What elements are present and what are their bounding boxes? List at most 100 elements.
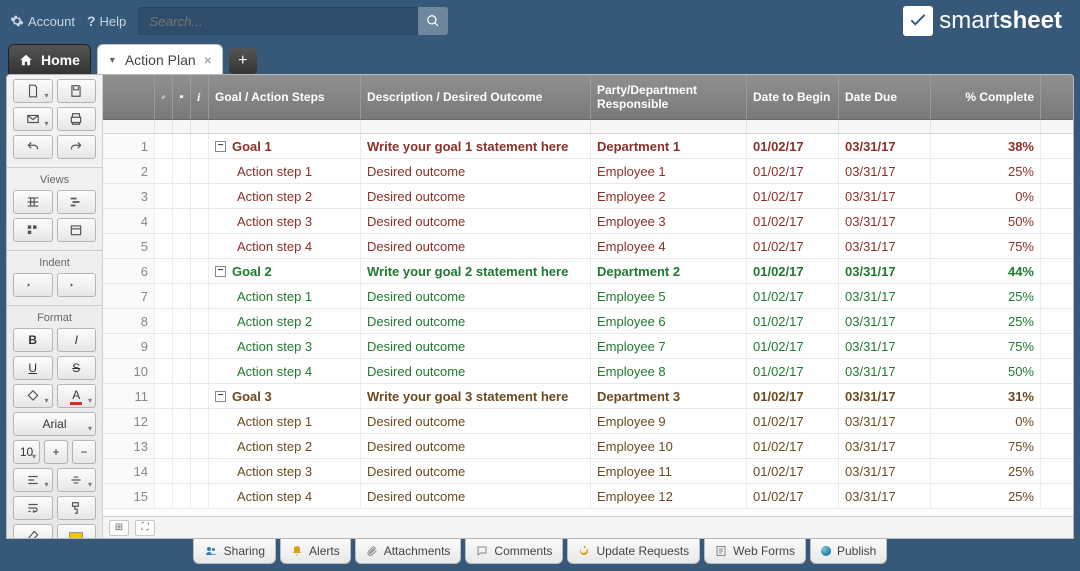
due-cell[interactable]: 03/31/17 xyxy=(839,459,931,483)
row-number[interactable]: 2 xyxy=(103,159,155,183)
format-painter-button[interactable] xyxy=(57,496,97,520)
info-cell[interactable] xyxy=(191,484,209,508)
table-row[interactable]: 1−Goal 1Write your goal 1 statement here… xyxy=(103,134,1073,159)
attach-cell[interactable] xyxy=(155,459,173,483)
discuss-cell[interactable] xyxy=(173,184,191,208)
forms-tab[interactable]: Web Forms xyxy=(704,539,806,564)
clear-format-button[interactable] xyxy=(13,524,53,539)
table-row[interactable]: 7Action step 1Desired outcomeEmployee 50… xyxy=(103,284,1073,309)
pct-cell[interactable]: 31% xyxy=(931,384,1041,408)
begin-cell[interactable]: 01/02/17 xyxy=(747,384,839,408)
info-cell[interactable] xyxy=(191,359,209,383)
begin-cell[interactable]: 01/02/17 xyxy=(747,184,839,208)
col-due[interactable]: Date Due xyxy=(839,75,931,119)
pct-cell[interactable]: 25% xyxy=(931,309,1041,333)
goal-cell[interactable]: −Goal 1 xyxy=(209,134,361,158)
highlight-button[interactable] xyxy=(57,524,97,539)
goal-cell[interactable]: Action step 4 xyxy=(209,234,361,258)
attach-cell[interactable] xyxy=(155,134,173,158)
info-cell[interactable] xyxy=(191,384,209,408)
begin-cell[interactable]: 01/02/17 xyxy=(747,234,839,258)
desc-cell[interactable]: Desired outcome xyxy=(361,284,591,308)
due-cell[interactable]: 03/31/17 xyxy=(839,434,931,458)
grid-body[interactable]: 1−Goal 1Write your goal 1 statement here… xyxy=(103,134,1073,516)
goal-cell[interactable]: −Goal 3 xyxy=(209,384,361,408)
sheet-tab[interactable]: ▼ Action Plan × xyxy=(97,44,223,74)
row-number[interactable]: 3 xyxy=(103,184,155,208)
discuss-cell[interactable] xyxy=(173,484,191,508)
italic-button[interactable]: I xyxy=(57,328,97,352)
due-cell[interactable]: 03/31/17 xyxy=(839,359,931,383)
begin-cell[interactable]: 01/02/17 xyxy=(747,434,839,458)
col-desc[interactable]: Description / Desired Outcome xyxy=(361,75,591,119)
pct-cell[interactable]: 38% xyxy=(931,134,1041,158)
add-row-button[interactable]: ⊞ xyxy=(109,520,129,536)
party-cell[interactable]: Employee 7 xyxy=(591,334,747,358)
row-number[interactable]: 14 xyxy=(103,459,155,483)
discuss-cell[interactable] xyxy=(173,284,191,308)
party-cell[interactable]: Employee 12 xyxy=(591,484,747,508)
gantt-view-button[interactable] xyxy=(57,190,97,214)
discuss-cell[interactable] xyxy=(173,434,191,458)
row-number[interactable]: 5 xyxy=(103,234,155,258)
desc-cell[interactable]: Desired outcome xyxy=(361,459,591,483)
row-number[interactable]: 8 xyxy=(103,309,155,333)
begin-cell[interactable]: 01/02/17 xyxy=(747,409,839,433)
discussion-col[interactable] xyxy=(173,75,191,119)
due-cell[interactable]: 03/31/17 xyxy=(839,184,931,208)
goal-cell[interactable]: Action step 3 xyxy=(209,334,361,358)
desc-cell[interactable]: Desired outcome xyxy=(361,409,591,433)
due-cell[interactable]: 03/31/17 xyxy=(839,209,931,233)
search-input[interactable] xyxy=(138,7,418,35)
calendar-view-button[interactable] xyxy=(57,218,97,242)
table-row[interactable]: 11 −Goal 3Write your goal 3 statement her… xyxy=(103,384,1073,409)
indent-button[interactable] xyxy=(57,273,97,297)
new-tab-button[interactable]: + xyxy=(229,48,257,74)
goal-cell[interactable]: Action step 2 xyxy=(209,434,361,458)
begin-cell[interactable]: 01/02/17 xyxy=(747,484,839,508)
due-cell[interactable]: 03/31/17 xyxy=(839,259,931,283)
help-link[interactable]: ? Help xyxy=(87,13,126,29)
due-cell[interactable]: 03/31/17 xyxy=(839,409,931,433)
due-cell[interactable]: 03/31/17 xyxy=(839,134,931,158)
text-color-button[interactable]: A xyxy=(57,384,97,408)
save-button[interactable] xyxy=(57,79,97,103)
goal-cell[interactable]: Action step 2 xyxy=(209,184,361,208)
row-number[interactable]: 6 xyxy=(103,259,155,283)
outdent-button[interactable] xyxy=(13,273,53,297)
pct-cell[interactable]: 25% xyxy=(931,159,1041,183)
due-cell[interactable]: 03/31/17 xyxy=(839,334,931,358)
table-row[interactable]: 12Action step 1Desired outcomeEmployee 9… xyxy=(103,409,1073,434)
undo-button[interactable] xyxy=(13,135,53,159)
row-number[interactable]: 4 xyxy=(103,209,155,233)
begin-cell[interactable]: 01/02/17 xyxy=(747,159,839,183)
alerts-tab[interactable]: Alerts xyxy=(280,539,351,564)
discuss-cell[interactable] xyxy=(173,259,191,283)
updates-tab[interactable]: Update Requests xyxy=(567,539,700,564)
party-cell[interactable]: Employee 11 xyxy=(591,459,747,483)
discuss-cell[interactable] xyxy=(173,359,191,383)
collapse-toggle[interactable]: − xyxy=(215,266,226,277)
attach-cell[interactable] xyxy=(155,309,173,333)
goal-cell[interactable]: Action step 2 xyxy=(209,309,361,333)
discuss-cell[interactable] xyxy=(173,459,191,483)
goal-cell[interactable]: Action step 4 xyxy=(209,484,361,508)
discuss-cell[interactable] xyxy=(173,209,191,233)
party-cell[interactable]: Employee 10 xyxy=(591,434,747,458)
home-tab[interactable]: Home xyxy=(8,44,91,74)
begin-cell[interactable]: 01/02/17 xyxy=(747,359,839,383)
row-number[interactable]: 11 xyxy=(103,384,155,408)
col-pct[interactable]: % Complete xyxy=(931,75,1041,119)
attach-cell[interactable] xyxy=(155,434,173,458)
table-row[interactable]: 15Action step 4Desired outcomeEmployee 1… xyxy=(103,484,1073,509)
goal-cell[interactable]: Action step 1 xyxy=(209,159,361,183)
desc-cell[interactable]: Write your goal 1 statement here xyxy=(361,134,591,158)
due-cell[interactable]: 03/31/17 xyxy=(839,234,931,258)
goal-cell[interactable]: −Goal 2 xyxy=(209,259,361,283)
desc-cell[interactable]: Write your goal 3 statement here xyxy=(361,384,591,408)
party-cell[interactable]: Employee 1 xyxy=(591,159,747,183)
goal-cell[interactable]: Action step 1 xyxy=(209,284,361,308)
table-row[interactable]: 3Action step 2Desired outcomeEmployee 20… xyxy=(103,184,1073,209)
v-align-button[interactable] xyxy=(57,468,97,492)
desc-cell[interactable]: Desired outcome xyxy=(361,209,591,233)
